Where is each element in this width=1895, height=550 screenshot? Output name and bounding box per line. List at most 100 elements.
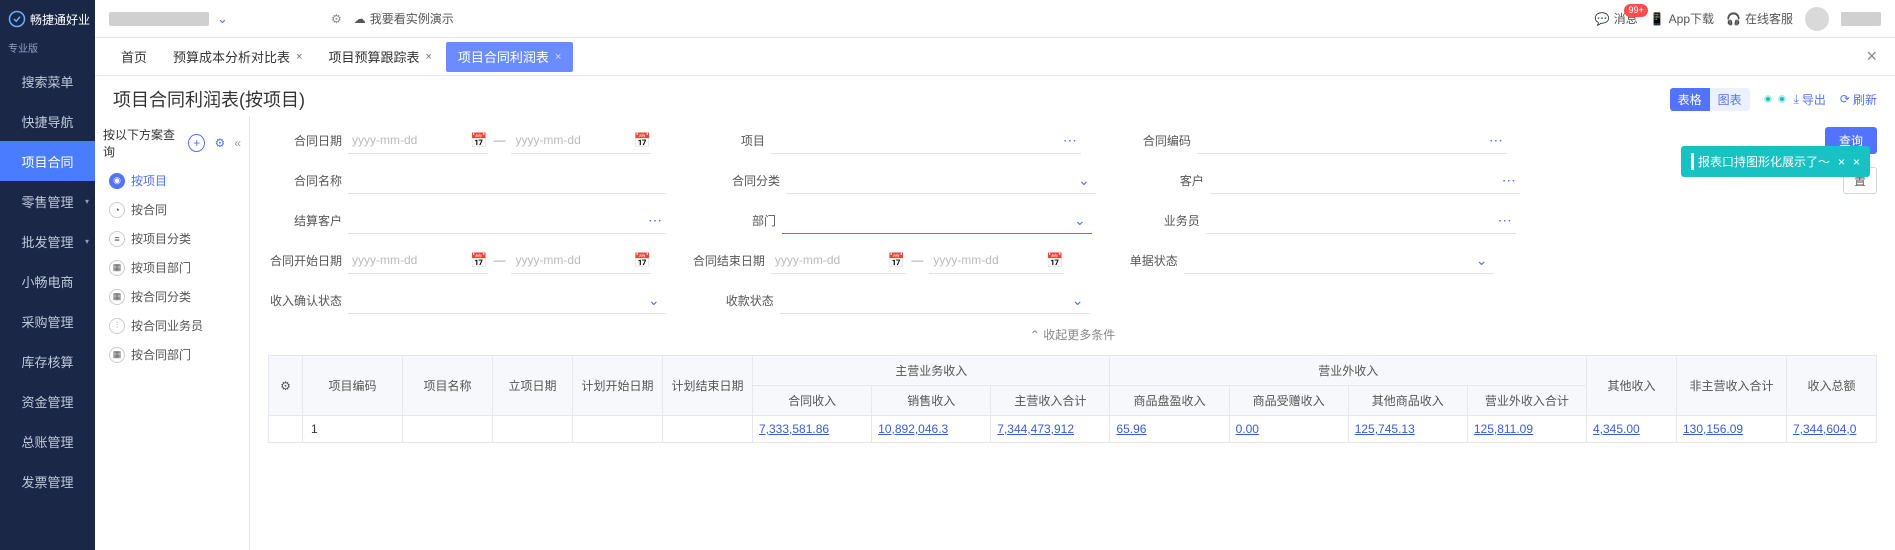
input-salesman[interactable] (1206, 206, 1516, 234)
sidebar-item-5[interactable]: 小畅电商 (0, 261, 95, 301)
sidebar-item-3[interactable]: 零售管理▾ (0, 181, 95, 221)
seg-table[interactable]: 表格 (1670, 88, 1710, 111)
cell-non-main-sum[interactable]: 130,156.09 (1677, 416, 1787, 443)
input-customer[interactable] (1210, 166, 1520, 194)
table-row[interactable]: 1 7,333,581.86 10,892,046.3 7,344,473,91… (269, 416, 1877, 443)
lookup-icon[interactable]: ⋯ (1489, 132, 1503, 149)
lookup-icon[interactable]: ⋯ (648, 212, 662, 229)
org-selector[interactable]: ⌄ (109, 11, 319, 27)
scheme-icon: ◔ (109, 202, 125, 218)
download-button[interactable]: 📱 App下载 (1650, 10, 1714, 27)
chevron-down-icon[interactable]: ⌄ (1476, 252, 1488, 269)
sidebar-item-9[interactable]: 总账管理 (0, 421, 95, 461)
input-contract-class[interactable] (786, 166, 1096, 194)
tab-label: 预算成本分析对比表 (173, 47, 290, 66)
table-settings[interactable]: ⚙ (269, 356, 303, 416)
scheme-settings-button[interactable]: ⚙ (211, 134, 228, 152)
input-income-status[interactable] (348, 286, 666, 314)
input-receipt-status[interactable] (780, 286, 1090, 314)
close-icon[interactable]: × (555, 51, 561, 63)
collapse-filters[interactable]: ⌃ 收起更多条件 (250, 320, 1895, 349)
cell-gift-income[interactable]: 0.00 (1229, 416, 1348, 443)
tab-2[interactable]: 项目预算跟踪表× (316, 42, 443, 72)
avatar[interactable] (1805, 7, 1829, 31)
col-stock-income: 商品盘盈收入 (1110, 386, 1229, 416)
tip-close-icon-2[interactable]: × (1853, 155, 1860, 169)
scheme-item-0[interactable]: ◉按项目 (103, 168, 241, 193)
calendar-icon[interactable]: 📅 (470, 252, 487, 269)
refresh-button[interactable]: ⟳ 刷新 (1840, 91, 1877, 108)
col-other-sum: 营业外收入合计 (1467, 386, 1586, 416)
input-contract-start-to[interactable] (511, 246, 651, 274)
cell-contract-income[interactable]: 7,333,581.86 (753, 416, 872, 443)
demo-link[interactable]: ☁ 我要看实例演示 (354, 10, 454, 27)
sidebar-item-2[interactable]: 项目合同 (0, 141, 95, 181)
lookup-icon[interactable]: ⋯ (1063, 132, 1077, 149)
input-bill-status[interactable] (1184, 246, 1494, 274)
tab-0[interactable]: 首页 (109, 42, 159, 72)
scheme-label: 按合同分类 (131, 288, 191, 305)
input-settle-customer[interactable] (348, 206, 666, 234)
col-gift-income: 商品受赠收入 (1229, 386, 1348, 416)
tab-3[interactable]: 项目合同利润表× (446, 42, 573, 72)
cell-other-sum[interactable]: 125,811.09 (1467, 416, 1586, 443)
col-total-income: 收入总额 (1787, 356, 1877, 416)
sidebar-item-8[interactable]: 资金管理 (0, 381, 95, 421)
input-contract-date-to[interactable] (511, 126, 651, 154)
sidebar-item-4[interactable]: 批发管理▾ (0, 221, 95, 261)
chevron-down-icon[interactable]: ⌄ (1072, 292, 1084, 309)
cell-total-income[interactable]: 7,344,604,0 (1787, 416, 1877, 443)
export-button[interactable]: ⤓ 导出 (1794, 91, 1826, 108)
input-dept[interactable] (782, 206, 1092, 234)
input-contract-end-to[interactable] (929, 246, 1064, 274)
col-setup-date: 立项日期 (493, 356, 573, 416)
cell-main-sum[interactable]: 7,344,473,912 (991, 416, 1110, 443)
calendar-icon[interactable]: 📅 (633, 132, 650, 149)
chevron-down-icon[interactable]: ⌄ (1078, 172, 1090, 189)
input-contract-name[interactable] (348, 166, 666, 194)
gear-icon[interactable]: ⚙ (331, 12, 342, 26)
scheme-item-3[interactable]: ▦按项目部门 (103, 255, 241, 280)
sidebar-item-1[interactable]: 快捷导航 (0, 101, 95, 141)
collapse-scheme-button[interactable]: « (234, 136, 241, 150)
input-project[interactable] (771, 126, 1081, 154)
calendar-icon[interactable]: 📅 (1046, 252, 1063, 269)
scheme-item-5[interactable]: ⫶按合同业务员 (103, 313, 241, 338)
close-icon[interactable]: × (296, 51, 302, 63)
lookup-icon[interactable]: ⋯ (1498, 212, 1512, 229)
cell-stock-income[interactable]: 65.96 (1110, 416, 1229, 443)
input-contract-start-from[interactable] (348, 246, 488, 274)
lookup-icon[interactable]: ⋯ (1502, 172, 1516, 189)
scheme-item-2[interactable]: ≡按项目分类 (103, 226, 241, 251)
chevron-down-icon[interactable]: ⌄ (648, 292, 660, 309)
calendar-icon[interactable]: 📅 (633, 252, 650, 269)
scheme-item-1[interactable]: ◔按合同 (103, 197, 241, 222)
calendar-icon[interactable]: 📅 (470, 132, 487, 149)
scheme-item-6[interactable]: ▦按合同部门 (103, 342, 241, 367)
input-contract-code[interactable] (1197, 126, 1507, 154)
phone-icon: 📱 (1650, 12, 1665, 26)
label-contract-start: 合同开始日期 (268, 252, 348, 269)
scheme-head-label: 按以下方案查询 (103, 126, 182, 160)
sidebar-item-10[interactable]: 发票管理 (0, 461, 95, 501)
close-all-tabs[interactable]: × (1862, 46, 1881, 67)
add-scheme-button[interactable]: + (188, 134, 205, 152)
calendar-icon[interactable]: 📅 (888, 252, 905, 269)
scheme-label: 按合同部门 (131, 346, 191, 363)
sidebar-item-6[interactable]: 采购管理 (0, 301, 95, 341)
chevron-down-icon[interactable]: ⌄ (1074, 212, 1086, 229)
tab-1[interactable]: 预算成本分析对比表 × (161, 42, 314, 72)
message-button[interactable]: 💬 消息 99+ (1595, 10, 1638, 27)
service-button[interactable]: 🎧 在线客服 (1726, 10, 1793, 27)
sidebar-item-0[interactable]: 搜索菜单 (0, 61, 95, 101)
cell-other-income[interactable]: 4,345.00 (1587, 416, 1677, 443)
tip-close-icon[interactable]: × (1838, 155, 1845, 169)
input-contract-date-from[interactable] (348, 126, 488, 154)
cell-sales-income[interactable]: 10,892,046.3 (872, 416, 991, 443)
seg-chart[interactable]: 图表 (1710, 88, 1750, 111)
cell-other-goods[interactable]: 125,745.13 (1348, 416, 1467, 443)
sidebar-item-7[interactable]: 库存核算 (0, 341, 95, 381)
input-contract-end-from[interactable] (771, 246, 906, 274)
scheme-item-4[interactable]: ▦按合同分类 (103, 284, 241, 309)
close-icon[interactable]: × (425, 51, 431, 63)
